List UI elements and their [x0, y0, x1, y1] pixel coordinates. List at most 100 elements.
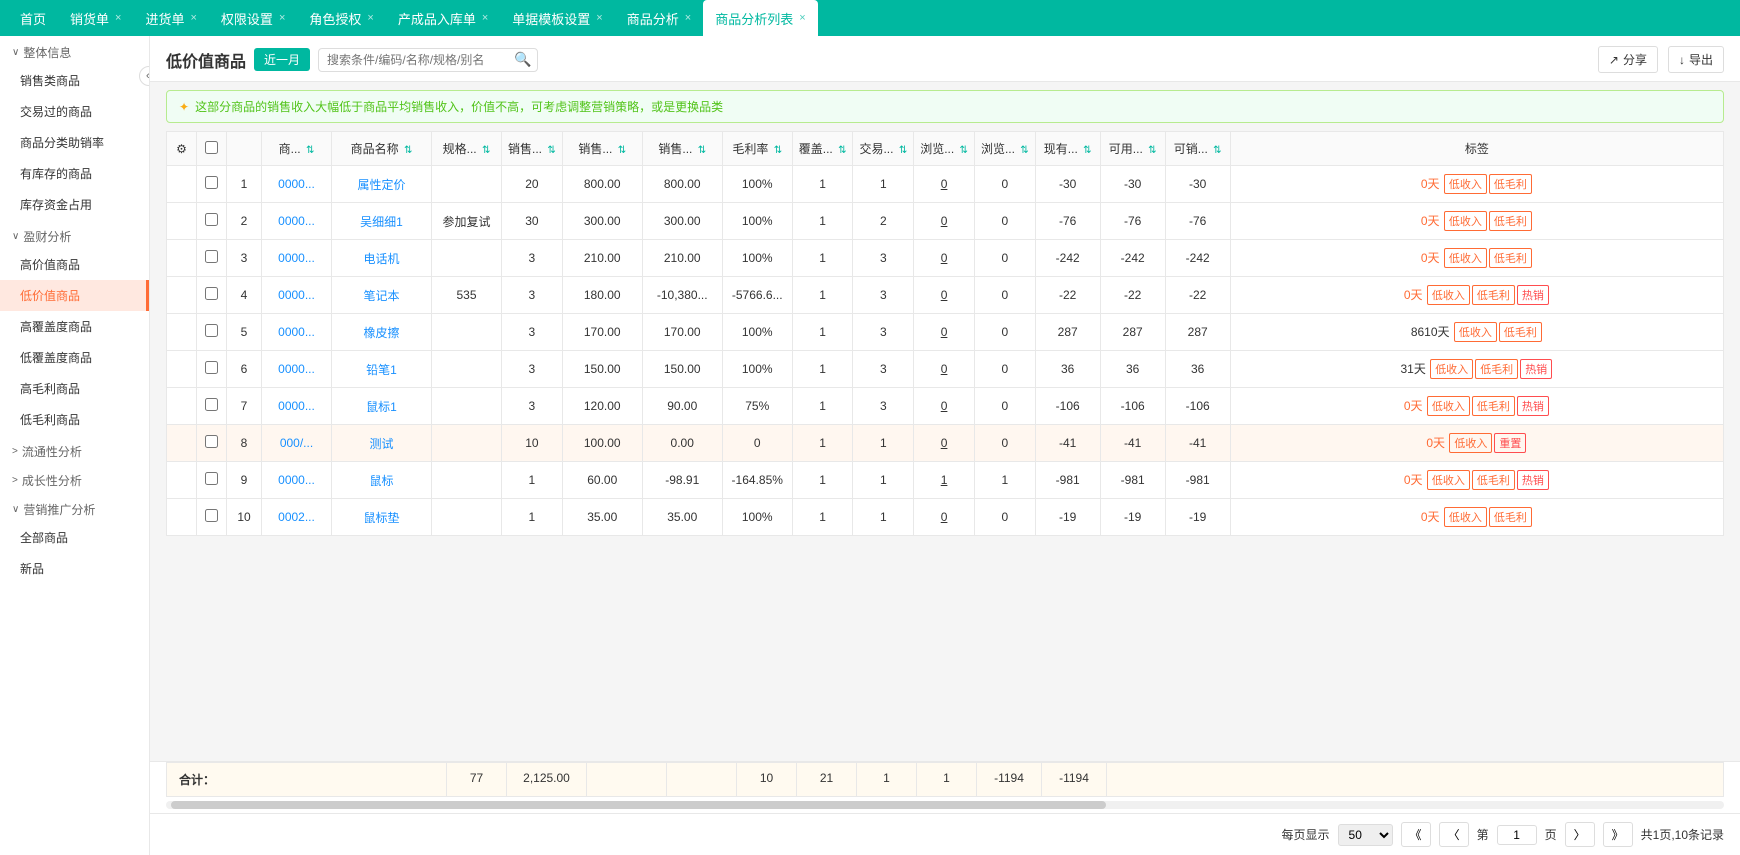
close-analysis-icon[interactable]: × — [685, 12, 691, 24]
sidebar-item-traded[interactable]: 交易过的商品 — [0, 96, 149, 127]
horizontal-scrollbar[interactable] — [166, 801, 1724, 809]
page-number-input[interactable] — [1497, 825, 1537, 845]
close-template-icon[interactable]: × — [596, 12, 602, 24]
product-code[interactable]: 0000... — [262, 277, 332, 314]
row-checkbox-cell[interactable] — [197, 277, 227, 314]
row-checkbox[interactable] — [205, 250, 218, 263]
sidebar-item-in-stock[interactable]: 有库存的商品 — [0, 158, 149, 189]
nav-purchase[interactable]: 进货单 × — [133, 0, 208, 36]
product-name[interactable]: 属性定价 — [332, 166, 432, 203]
select-all-checkbox[interactable] — [205, 141, 218, 154]
row-checkbox-cell[interactable] — [197, 166, 227, 203]
row-checkbox-cell[interactable] — [197, 425, 227, 462]
row-checkbox-cell[interactable] — [197, 388, 227, 425]
col-code[interactable]: 商... ⇅ — [262, 132, 332, 166]
product-code[interactable]: 0000... — [262, 462, 332, 499]
sidebar-item-all-products[interactable]: 全部商品 — [0, 522, 149, 553]
view-link[interactable]: 0 — [941, 436, 948, 450]
nav-product-analysis-list[interactable]: 商品分析列表 × — [703, 0, 817, 36]
col-view1-val[interactable]: 0 — [914, 166, 975, 203]
product-code[interactable]: 0000... — [262, 240, 332, 277]
sidebar-item-high-coverage[interactable]: 高覆盖度商品 — [0, 311, 149, 342]
row-checkbox-cell[interactable] — [197, 351, 227, 388]
sidebar-item-high-profit[interactable]: 高毛利商品 — [0, 373, 149, 404]
row-checkbox[interactable] — [205, 472, 218, 485]
view-link[interactable]: 0 — [941, 177, 948, 191]
view-link[interactable]: 0 — [941, 288, 948, 302]
col-name[interactable]: 商品名称 ⇅ — [332, 132, 432, 166]
sidebar-section-growth[interactable]: > 成长性分析 — [0, 464, 149, 493]
row-checkbox[interactable] — [205, 361, 218, 374]
col-coverage[interactable]: 覆盖... ⇅ — [792, 132, 853, 166]
sidebar-item-sales-products[interactable]: 销售类商品 — [0, 65, 149, 96]
close-purchase-icon[interactable]: × — [190, 12, 196, 24]
col-view1-val[interactable]: 0 — [914, 425, 975, 462]
col-view2[interactable]: 浏览... ⇅ — [974, 132, 1035, 166]
sidebar-section-profit[interactable]: ∨ 盈财分析 — [0, 220, 149, 249]
row-checkbox[interactable] — [205, 435, 218, 448]
filter-period-button[interactable]: 近一月 — [254, 48, 310, 71]
sidebar-item-high-value[interactable]: 高价值商品 — [0, 249, 149, 280]
col-view1-val[interactable]: 1 — [914, 462, 975, 499]
col-view1-val[interactable]: 0 — [914, 203, 975, 240]
product-name[interactable]: 吴细细1 — [332, 203, 432, 240]
sidebar-item-category-rate[interactable]: 商品分类助销率 — [0, 127, 149, 158]
col-view1-val[interactable]: 0 — [914, 351, 975, 388]
col-view1[interactable]: 浏览... ⇅ — [914, 132, 975, 166]
prev-page-button[interactable]: 〈 — [1439, 822, 1469, 847]
product-code[interactable]: 0000... — [262, 203, 332, 240]
product-name[interactable]: 鼠标 — [332, 462, 432, 499]
sidebar-item-low-profit[interactable]: 低毛利商品 — [0, 404, 149, 435]
page-size-select[interactable]: 50 100 200 — [1338, 824, 1393, 846]
col-view1-val[interactable]: 0 — [914, 277, 975, 314]
search-button[interactable]: 🔍 — [514, 51, 531, 68]
view-link[interactable]: 0 — [941, 399, 948, 413]
nav-product-analysis[interactable]: 商品分析 × — [615, 0, 703, 36]
product-name[interactable]: 橡皮擦 — [332, 314, 432, 351]
row-checkbox-cell[interactable] — [197, 499, 227, 536]
sidebar-section-marketing[interactable]: ∨ 营销推广分析 — [0, 493, 149, 522]
view-link[interactable]: 0 — [941, 251, 948, 265]
product-code[interactable]: 0000... — [262, 166, 332, 203]
col-sales1[interactable]: 销售... ⇅ — [502, 132, 563, 166]
col-trade[interactable]: 交易... ⇅ — [853, 132, 914, 166]
close-analysis-list-icon[interactable]: × — [799, 12, 805, 24]
product-name[interactable]: 鼠标1 — [332, 388, 432, 425]
col-available[interactable]: 可用... ⇅ — [1100, 132, 1165, 166]
product-name[interactable]: 铅笔1 — [332, 351, 432, 388]
row-checkbox-cell[interactable] — [197, 462, 227, 499]
share-button[interactable]: ↗ 分享 — [1598, 46, 1658, 73]
nav-home[interactable]: 首页 — [8, 0, 58, 36]
nav-template[interactable]: 单据模板设置 × — [500, 0, 614, 36]
row-checkbox[interactable] — [205, 398, 218, 411]
col-sellable[interactable]: 可销... ⇅ — [1165, 132, 1230, 166]
view-link[interactable]: 0 — [941, 362, 948, 376]
close-product-in-icon[interactable]: × — [482, 12, 488, 24]
row-checkbox[interactable] — [205, 509, 218, 522]
product-name[interactable]: 鼠标垫 — [332, 499, 432, 536]
product-code[interactable]: 0002... — [262, 499, 332, 536]
sidebar-section-overall[interactable]: ∨ 整体信息 — [0, 36, 149, 65]
row-checkbox-cell[interactable] — [197, 314, 227, 351]
col-current[interactable]: 现有... ⇅ — [1035, 132, 1100, 166]
last-page-button[interactable]: 》 — [1603, 822, 1633, 847]
nav-permission[interactable]: 权限设置 × — [209, 0, 297, 36]
product-code[interactable]: 0000... — [262, 314, 332, 351]
nav-sales[interactable]: 销货单 × — [58, 0, 133, 36]
row-checkbox[interactable] — [205, 213, 218, 226]
view-link[interactable]: 0 — [941, 325, 948, 339]
col-margin[interactable]: 毛利率 ⇅ — [722, 132, 792, 166]
export-button[interactable]: ↓ 导出 — [1668, 46, 1724, 73]
nav-role[interactable]: 角色授权 × — [297, 0, 385, 36]
col-view1-val[interactable]: 0 — [914, 240, 975, 277]
col-view1-val[interactable]: 0 — [914, 388, 975, 425]
product-name[interactable]: 电话机 — [332, 240, 432, 277]
close-role-icon[interactable]: × — [367, 12, 373, 24]
sidebar-item-stock-capital[interactable]: 库存资金占用 — [0, 189, 149, 220]
col-checkbox-header[interactable] — [197, 132, 227, 166]
sidebar-item-low-value[interactable]: 低价值商品 — [0, 280, 149, 311]
search-input[interactable] — [318, 48, 538, 72]
close-permission-icon[interactable]: × — [279, 12, 285, 24]
view-link[interactable]: 1 — [941, 473, 948, 487]
row-checkbox[interactable] — [205, 324, 218, 337]
